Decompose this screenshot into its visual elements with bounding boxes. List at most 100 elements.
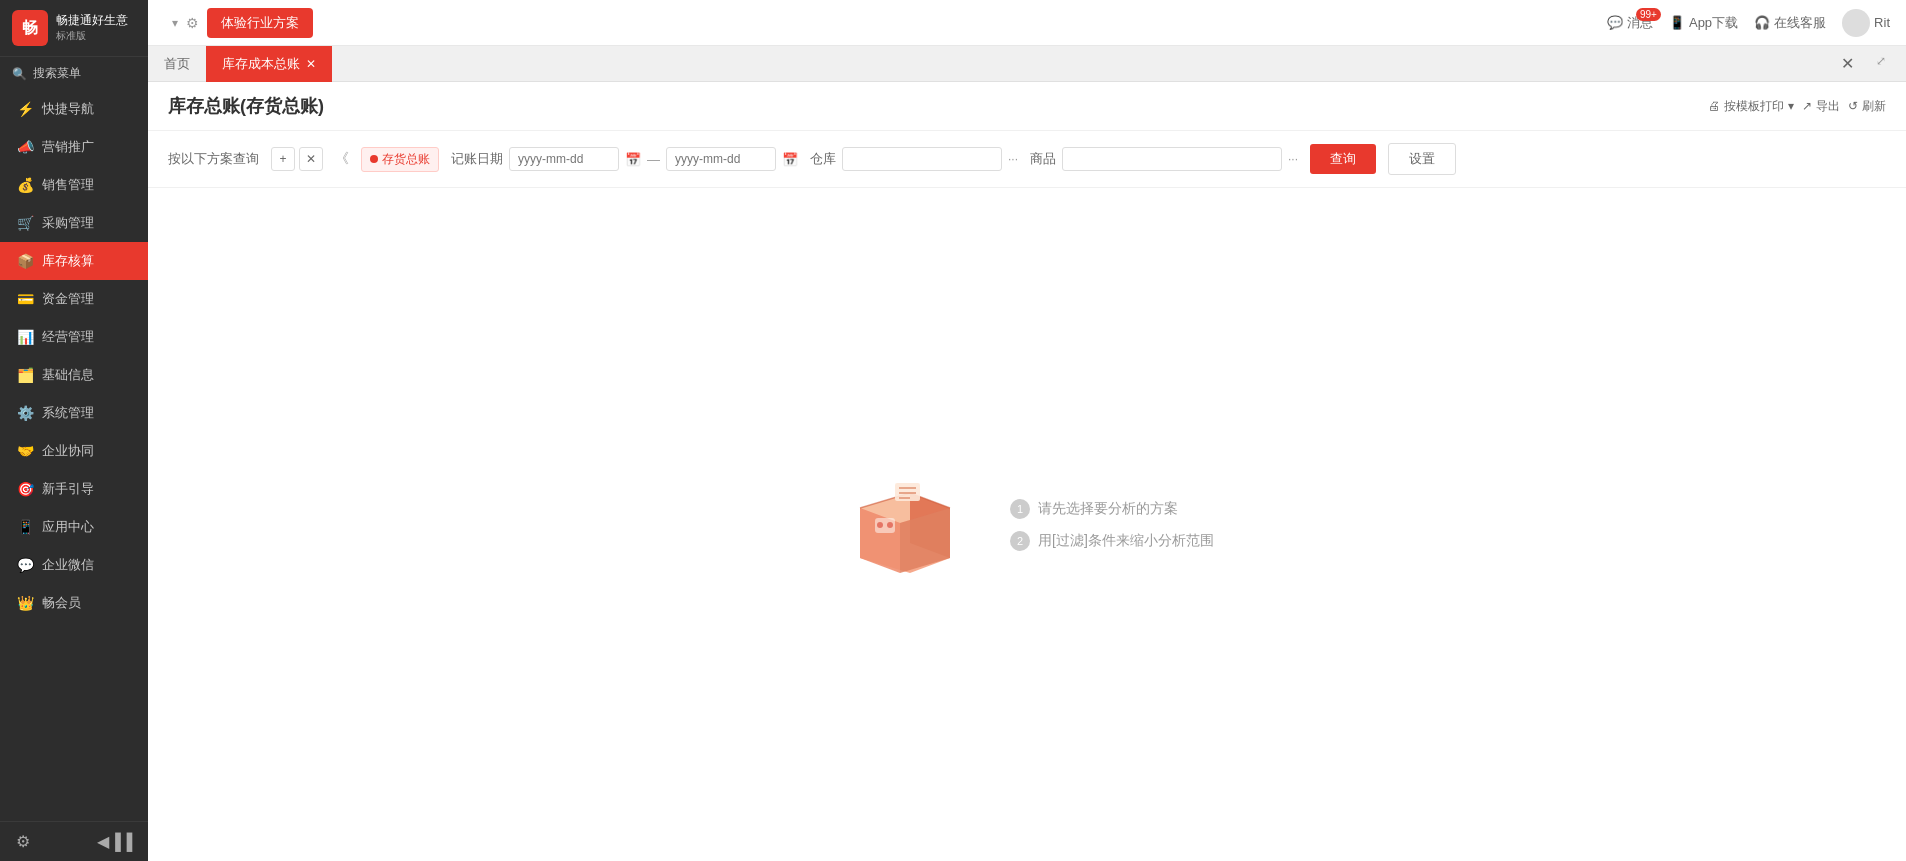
date-label: 记账日期: [451, 150, 503, 168]
sidebar-item-label: 基础信息: [42, 366, 94, 384]
quick-nav-icon: ⚡: [16, 100, 34, 118]
sidebar-item-label: 经营管理: [42, 328, 94, 346]
tip-text-2: 用[过滤]条件来缩小分析范围: [1038, 532, 1214, 550]
add-filter-btn[interactable]: +: [271, 147, 295, 171]
footer-audio-icon[interactable]: ◀▐▐: [97, 832, 132, 851]
online-support-btn[interactable]: 🎧 在线客服: [1754, 14, 1826, 32]
sidebar-item-label: 应用中心: [42, 518, 94, 536]
delete-filter-btn[interactable]: ✕: [299, 147, 323, 171]
phone-icon: 📱: [1669, 15, 1685, 30]
tab-active-label: 库存成本总账: [222, 55, 300, 73]
sidebar-item-apps[interactable]: 📱 应用中心: [0, 508, 148, 546]
topbar-settings-icon[interactable]: ⚙: [186, 15, 199, 31]
date-end-input[interactable]: [666, 147, 776, 171]
printer-icon: 🖨: [1708, 99, 1720, 113]
app-name: 畅捷通好生意: [56, 13, 128, 29]
topbar-left: ▾ ⚙ 体验行业方案: [164, 8, 313, 38]
tab-home-label: 首页: [164, 55, 190, 73]
search-menu-label: 搜索菜单: [33, 65, 81, 82]
sidebar-item-quick-nav[interactable]: ⚡ 快捷导航: [0, 90, 148, 128]
operation-icon: 📊: [16, 328, 34, 346]
export-icon: ↗: [1802, 99, 1812, 113]
calendar-end-icon[interactable]: 📅: [782, 152, 798, 167]
sidebar-item-sales[interactable]: 💰 销售管理: [0, 166, 148, 204]
tip-item-2: 2 用[过滤]条件来缩小分析范围: [1010, 531, 1214, 551]
scheme-item-label: 存货总账: [382, 151, 430, 168]
sidebar-item-cooperation[interactable]: 🤝 企业协同: [0, 432, 148, 470]
sidebar-item-purchase[interactable]: 🛒 采购管理: [0, 204, 148, 242]
sidebar-item-basic[interactable]: 🗂️ 基础信息: [0, 356, 148, 394]
topbar: ▾ ⚙ 体验行业方案 💬 消息 99+ 📱 App下载 🎧 在线客服 Rit: [148, 0, 1906, 46]
footer-settings-icon[interactable]: ⚙: [16, 832, 30, 851]
inventory-icon: 📦: [16, 252, 34, 270]
sidebar-item-label: 资金管理: [42, 290, 94, 308]
empty-tips: 1 请先选择要分析的方案 2 用[过滤]条件来缩小分析范围: [1010, 499, 1214, 551]
message-icon: 💬: [1607, 15, 1623, 30]
settings-button[interactable]: 设置: [1388, 143, 1456, 175]
tab-home[interactable]: 首页: [148, 46, 206, 82]
filter-label: 按以下方案查询: [168, 150, 259, 168]
purchase-icon: 🛒: [16, 214, 34, 232]
main-content: ▾ ⚙ 体验行业方案 💬 消息 99+ 📱 App下载 🎧 在线客服 Rit: [148, 0, 1906, 861]
expand-icon[interactable]: ⤢: [1876, 54, 1886, 68]
user-name: Rit: [1874, 15, 1890, 30]
sidebar-item-label: 快捷导航: [42, 100, 94, 118]
messages-btn[interactable]: 💬 消息 99+: [1607, 14, 1653, 32]
messages-badge: 99+: [1636, 8, 1661, 21]
product-more-icon[interactable]: ···: [1288, 152, 1298, 166]
warehouse-input[interactable]: [842, 147, 1002, 171]
calendar-start-icon[interactable]: 📅: [625, 152, 641, 167]
print-template-btn[interactable]: 🖨 按模板打印 ▾: [1708, 98, 1794, 115]
filter-scheme-item[interactable]: 存货总账: [361, 147, 439, 172]
product-label: 商品: [1030, 150, 1056, 168]
sidebar-item-label: 企业协同: [42, 442, 94, 460]
filter-bar: 按以下方案查询 + ✕ 《 存货总账 记账日期 📅 —: [148, 131, 1906, 188]
user-area[interactable]: Rit: [1842, 9, 1890, 37]
logo-icon: 畅: [12, 10, 48, 46]
empty-illustration: [840, 458, 970, 591]
sidebar-item-system[interactable]: ⚙️ 系统管理: [0, 394, 148, 432]
sidebar-item-member[interactable]: 👑 畅会员: [0, 584, 148, 622]
warehouse-more-icon[interactable]: ···: [1008, 152, 1018, 166]
sidebar-item-operation[interactable]: 📊 经营管理: [0, 318, 148, 356]
industry-btn[interactable]: 体验行业方案: [207, 8, 313, 38]
empty-state-svg: [840, 458, 970, 588]
sidebar-item-label: 营销推广: [42, 138, 94, 156]
tab-inventory-ledger[interactable]: 库存成本总账 ✕: [206, 46, 332, 82]
sidebar-item-inventory[interactable]: 📦 库存核算: [0, 242, 148, 280]
date-start-input[interactable]: [509, 147, 619, 171]
svg-point-7: [887, 522, 893, 528]
sidebar-item-label: 销售管理: [42, 176, 94, 194]
sidebar: 畅 畅捷通好生意 标准版 🔍 搜索菜单 ⚡ 快捷导航 📣 营销推广 💰 销售管理…: [0, 0, 148, 861]
tabs-bar: 首页 库存成本总账 ✕ ✕ ⤢: [148, 46, 1906, 82]
tab-close-icon[interactable]: ✕: [306, 57, 316, 71]
basic-icon: 🗂️: [16, 366, 34, 384]
sidebar-item-finance[interactable]: 💳 资金管理: [0, 280, 148, 318]
filter-actions: + ✕: [271, 147, 323, 171]
tip-text-1: 请先选择要分析的方案: [1038, 500, 1178, 518]
newbie-icon: 🎯: [16, 480, 34, 498]
topbar-dropdown-icon[interactable]: ▾: [172, 16, 178, 30]
sidebar-item-label: 畅会员: [42, 594, 81, 612]
tip-num-1: 1: [1010, 499, 1030, 519]
sidebar-item-label: 系统管理: [42, 404, 94, 422]
sidebar-item-marketing[interactable]: 📣 营销推广: [0, 128, 148, 166]
export-btn[interactable]: ↗ 导出: [1802, 98, 1840, 115]
date-separator: —: [647, 152, 660, 167]
member-icon: 👑: [16, 594, 34, 612]
refresh-btn[interactable]: ↺ 刷新: [1848, 98, 1886, 115]
print-dropdown-icon: ▾: [1788, 99, 1794, 113]
query-button[interactable]: 查询: [1310, 144, 1376, 174]
page-header: 库存总账(存货总账) 🖨 按模板打印 ▾ ↗ 导出 ↺ 刷新: [148, 82, 1906, 131]
app-download-btn[interactable]: 📱 App下载: [1669, 14, 1738, 32]
warehouse-label: 仓库: [810, 150, 836, 168]
filter-collapse-icon[interactable]: 《: [335, 150, 349, 168]
page-content: 库存总账(存货总账) 🖨 按模板打印 ▾ ↗ 导出 ↺ 刷新: [148, 82, 1906, 861]
search-menu[interactable]: 🔍 搜索菜单: [0, 57, 148, 90]
close-panel-button[interactable]: ✕: [1841, 54, 1854, 73]
sidebar-item-wechat[interactable]: 💬 企业微信: [0, 546, 148, 584]
wechat-icon: 💬: [16, 556, 34, 574]
apps-icon: 📱: [16, 518, 34, 536]
sidebar-item-newbie[interactable]: 🎯 新手引导: [0, 470, 148, 508]
product-input[interactable]: [1062, 147, 1282, 171]
